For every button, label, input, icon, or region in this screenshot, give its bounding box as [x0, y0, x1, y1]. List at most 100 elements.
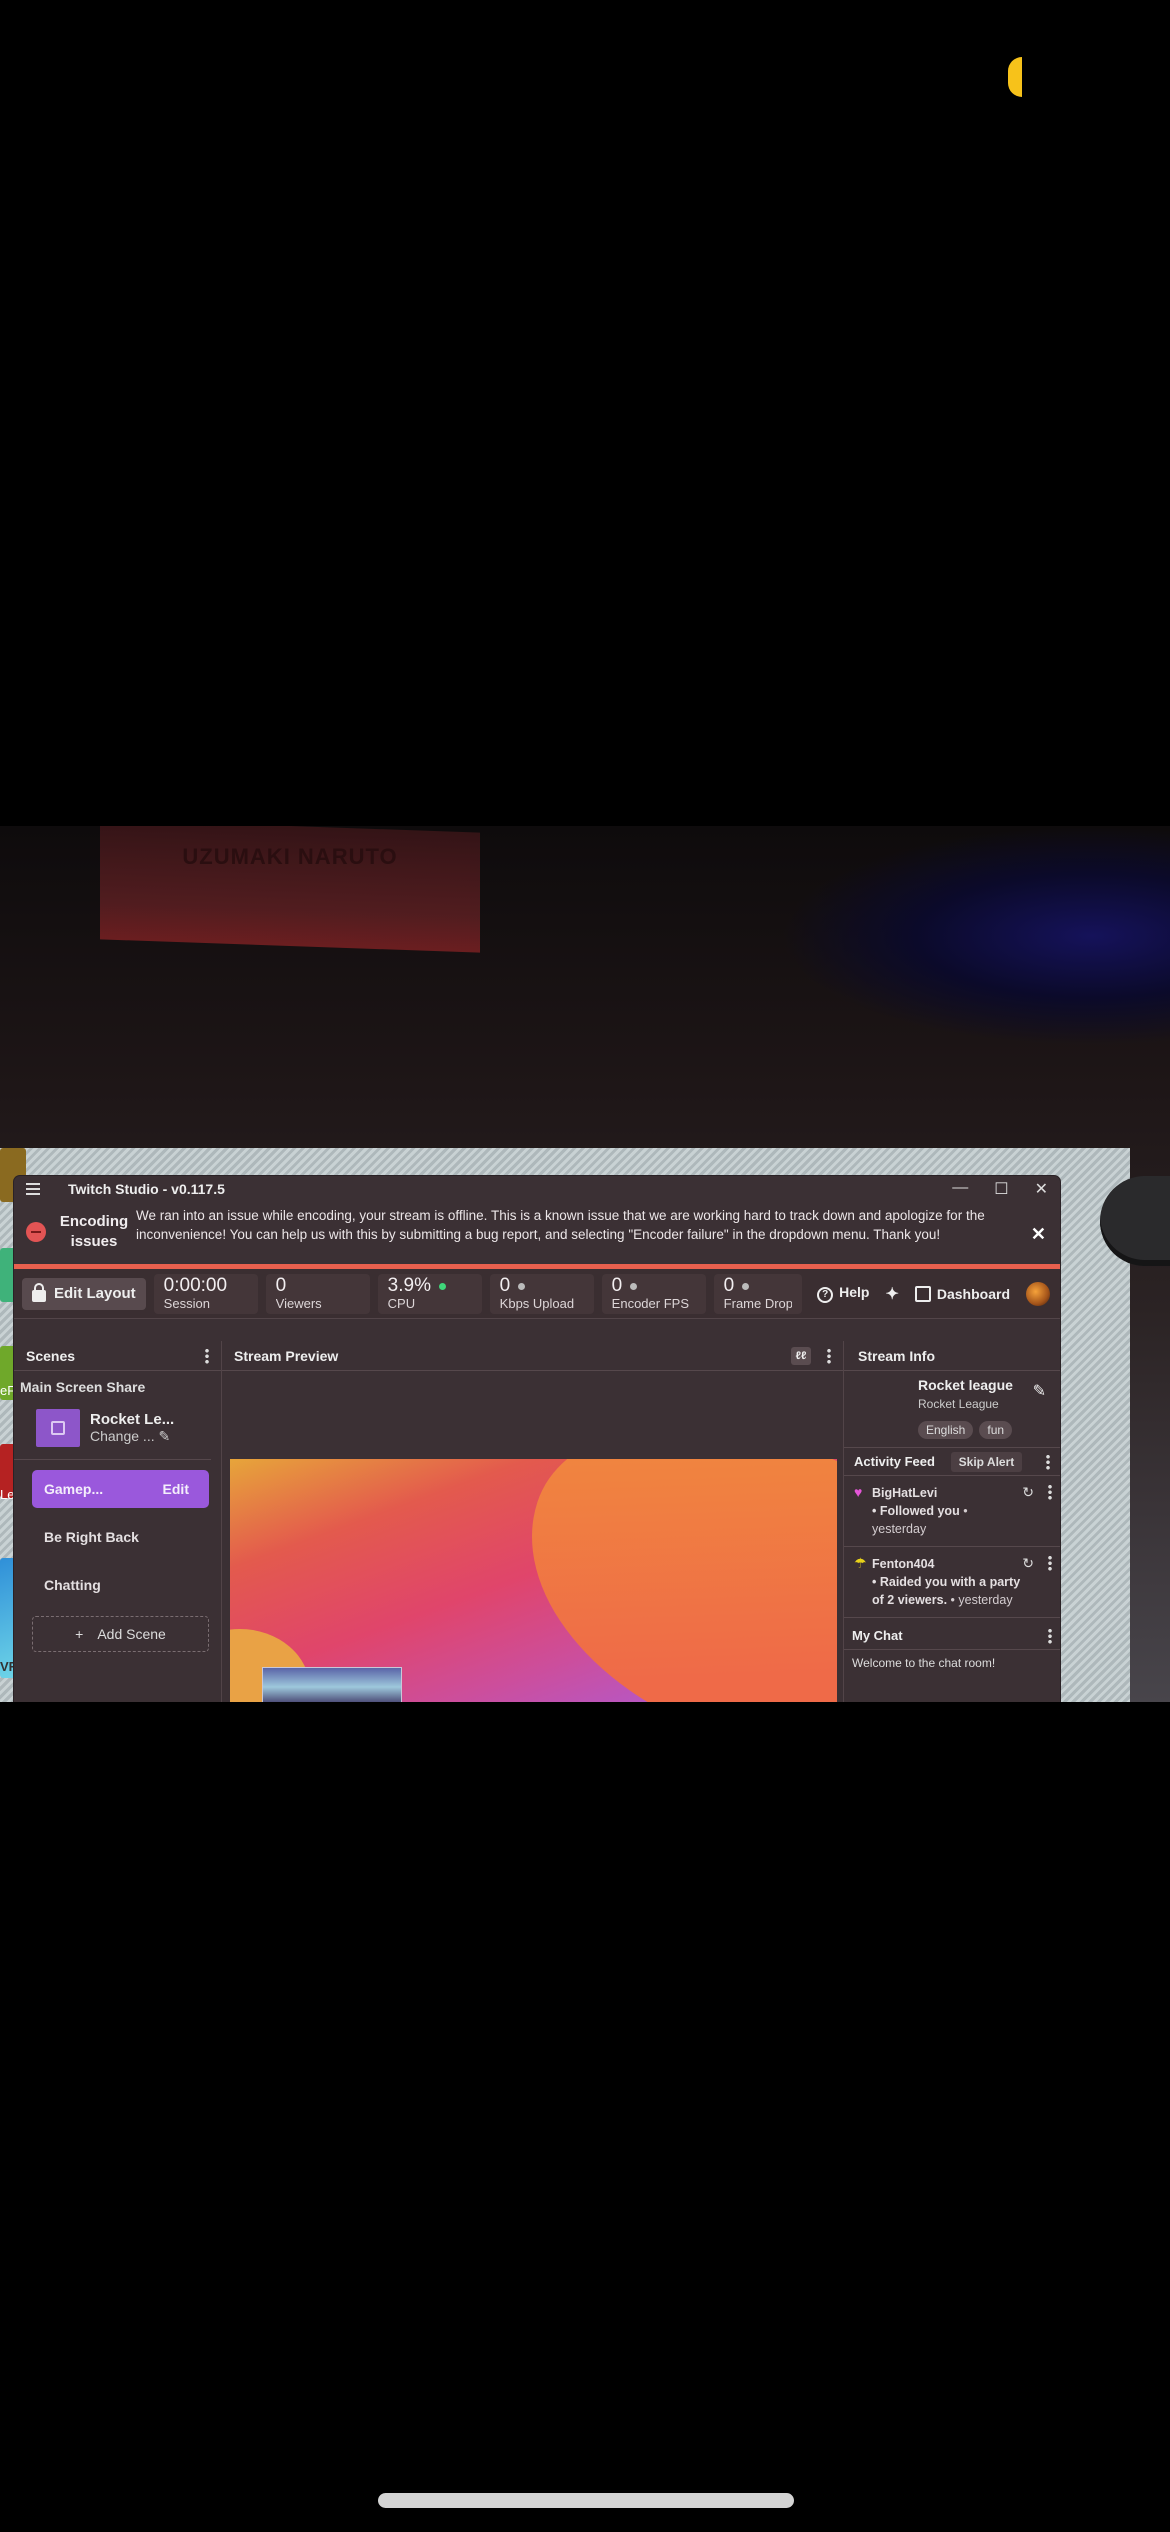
banner-title: Encoding issues — [59, 1213, 129, 1250]
maximize-button[interactable]: ☐ — [994, 1179, 1008, 1199]
scene-item-label: Be Right Back — [44, 1529, 139, 1545]
dismiss-banner-button[interactable]: ✕ — [1031, 1224, 1046, 1245]
background-blue-light — [780, 826, 1170, 1046]
pencil-icon[interactable]: ✎ — [159, 1428, 171, 1444]
stat-label: Viewers — [275, 1296, 322, 1311]
scene-item-chatting[interactable]: Chatting — [32, 1566, 209, 1604]
sparkle-icon[interactable]: ✦ — [885, 1284, 898, 1304]
stat-value: 0 — [499, 1275, 511, 1296]
activity-feed-title: Activity Feed — [854, 1454, 935, 1469]
stat-label: Session — [163, 1296, 210, 1311]
scene-item-gameplay[interactable]: Gamep... Edit — [32, 1470, 209, 1508]
skip-alert-button[interactable]: Skip Alert — [950, 1451, 1023, 1472]
scenes-panel: Scenes Main Screen Share Rocket Le... Ch… — [14, 1341, 222, 1736]
black-letterbox — [0, 1702, 1170, 2532]
status-dot — [742, 1282, 750, 1290]
stat-frame-drops: 0 Frame Drops — [713, 1273, 802, 1314]
dashboard-label: Dashboard — [936, 1285, 1010, 1302]
stat-kbps-upload: 0 Kbps Upload — [489, 1273, 594, 1314]
home-indicator[interactable] — [378, 2493, 794, 2508]
tag-chip: English — [918, 1421, 974, 1439]
dashboard-button[interactable]: Dashboard — [914, 1285, 1010, 1302]
minimize-button[interactable]: — — [952, 1179, 968, 1199]
banner-message: We ran into an issue while encoding, you… — [136, 1208, 985, 1242]
replay-alert-icon[interactable]: ↻ — [1022, 1555, 1034, 1572]
tag-chip: fun — [979, 1421, 1013, 1439]
activity-more-icon[interactable] — [1046, 1453, 1050, 1470]
lock-icon — [32, 1282, 46, 1302]
stat-label: Frame Drops — [723, 1296, 792, 1311]
event-more-icon[interactable] — [1048, 1484, 1052, 1500]
status-dot — [630, 1282, 638, 1290]
help-icon: ? — [817, 1286, 834, 1303]
preview-canvas — [230, 1459, 837, 1736]
menu-icon[interactable] — [26, 1183, 40, 1195]
preview-more-icon[interactable] — [827, 1347, 831, 1364]
wallpaper-wave — [486, 1459, 837, 1736]
activity-event: ☂ Fenton404 • Raided you with a party of… — [844, 1547, 1060, 1618]
scenes-more-icon[interactable] — [205, 1347, 209, 1364]
encoding-error-banner: Encoding issues We ran into an issue whi… — [14, 1202, 1060, 1264]
scene-item-label: Chatting — [44, 1577, 101, 1593]
scene-group-title: Main Screen Share — [20, 1379, 146, 1395]
event-text: • Followed you — [872, 1504, 960, 1518]
scene-item-label: Gamep... — [44, 1481, 104, 1497]
status-indicator — [1008, 57, 1022, 97]
stat-cpu: 3.9% CPU — [377, 1273, 482, 1314]
help-label: Help — [839, 1284, 870, 1301]
stat-label: Encoder FPS — [611, 1296, 689, 1311]
close-window-button[interactable]: ✕ — [1035, 1179, 1048, 1199]
scene-item-be-right-back[interactable]: Be Right Back — [32, 1518, 209, 1556]
stats-toolbar: Edit Layout 0:00:00 Session 0 Viewers 3.… — [14, 1269, 1060, 1319]
scene-thumbnail — [36, 1409, 80, 1447]
add-scene-label: Add Scene — [97, 1626, 166, 1642]
event-user: BigHatLevi — [872, 1486, 938, 1500]
stream-preview-panel: Stream Preview ℓℓ — [222, 1341, 844, 1736]
twitch-studio-window: Twitch Studio - v0.117.5 — ☐ ✕ Encoding … — [14, 1176, 1060, 1736]
error-icon — [26, 1222, 46, 1242]
status-dot-green — [438, 1282, 446, 1290]
event-user: Fenton404 — [872, 1557, 935, 1571]
preview-title: Stream Preview — [234, 1347, 339, 1364]
stream-info-body: Rocket league Rocket League English fun … — [844, 1371, 1060, 1448]
scene-card-sub: Change ... — [90, 1428, 155, 1444]
scene-card[interactable]: Rocket Le... Change ... ✎ — [14, 1401, 211, 1460]
event-time: • yesterday — [950, 1593, 1013, 1607]
scenes-title: Scenes — [26, 1347, 76, 1364]
window-title: Twitch Studio - v0.117.5 — [68, 1181, 225, 1197]
event-more-icon[interactable] — [1048, 1555, 1052, 1571]
edit-stream-info-icon[interactable]: ✎ — [1033, 1381, 1046, 1401]
scene-card-name: Rocket Le... — [90, 1411, 175, 1428]
audio-mixer-icon[interactable]: ℓℓ — [791, 1346, 811, 1365]
twitch-icon — [51, 1421, 65, 1435]
heart-icon: ♥ — [854, 1484, 863, 1500]
stat-session: 0:00:00 Session — [153, 1273, 258, 1314]
right-panel: Stream Info Rocket league Rocket League … — [844, 1341, 1060, 1736]
help-button[interactable]: ? Help — [817, 1284, 869, 1303]
activity-event: ♥ BigHatLevi • Followed you • yesterday … — [844, 1476, 1060, 1547]
stat-value: 0 — [611, 1275, 623, 1296]
poster-text: UZUMAKI NARUTO — [182, 844, 398, 869]
status-dot — [518, 1282, 526, 1290]
parachute-icon: ☂ — [854, 1555, 867, 1571]
stream-info-title: Stream Info — [858, 1347, 936, 1364]
avatar[interactable] — [1026, 1281, 1050, 1306]
plus-icon: + — [75, 1626, 84, 1642]
stat-value: 0:00:00 — [163, 1275, 228, 1296]
stream-title: Rocket league — [918, 1377, 1013, 1393]
stat-label: CPU — [387, 1296, 416, 1311]
webcam-source[interactable] — [262, 1667, 402, 1707]
title-bar: Twitch Studio - v0.117.5 — ☐ ✕ — [14, 1176, 1060, 1202]
chat-more-icon[interactable] — [1048, 1627, 1052, 1644]
stat-viewers: 0 Viewers — [265, 1273, 370, 1314]
replay-alert-icon[interactable]: ↻ — [1022, 1484, 1034, 1501]
stat-value: 0 — [723, 1275, 735, 1296]
stat-value: 3.9% — [387, 1275, 431, 1296]
dashboard-icon — [914, 1285, 931, 1302]
chat-welcome-message: Welcome to the chat room! — [852, 1656, 996, 1670]
add-scene-button[interactable]: + Add Scene — [32, 1616, 209, 1652]
scene-edit-button[interactable]: Edit — [163, 1481, 189, 1497]
stat-value: 0 — [275, 1275, 287, 1296]
stat-label: Kbps Upload — [499, 1296, 575, 1311]
edit-layout-button[interactable]: Edit Layout — [22, 1277, 146, 1310]
